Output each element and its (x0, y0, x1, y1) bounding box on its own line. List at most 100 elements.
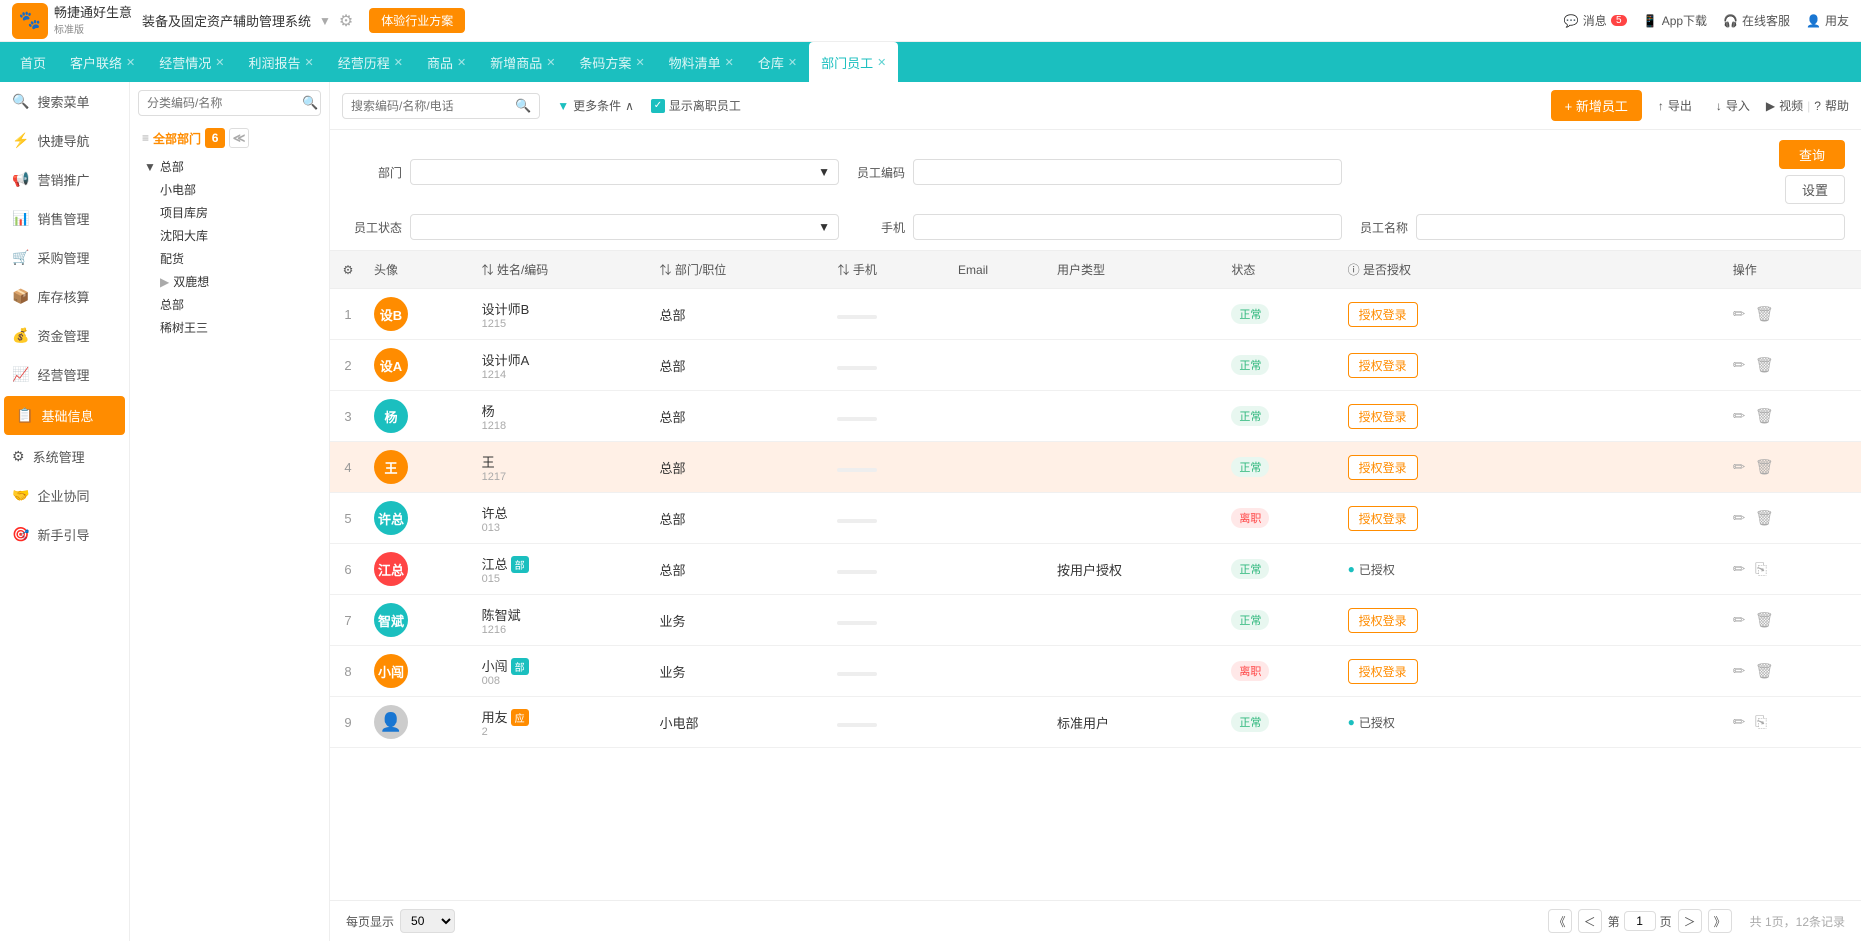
resigned-checkbox[interactable]: ✓ (651, 99, 665, 113)
service-item[interactable]: 🎧 在线客服 (1723, 12, 1790, 29)
edit-icon[interactable]: ✏ (1733, 459, 1746, 476)
sidebar-item-sales[interactable]: 📊 销售管理 (0, 199, 129, 238)
search-input[interactable] (351, 99, 511, 113)
user-item[interactable]: 👤 用友 (1806, 12, 1849, 29)
import-btn[interactable]: ↓ 导入 (1708, 93, 1758, 118)
message-item[interactable]: 💬 消息 5 (1564, 12, 1627, 29)
next-page-btn[interactable]: ＞ (1678, 909, 1702, 933)
dept-collapse-btn[interactable]: ≪ (229, 128, 249, 148)
tab-barcode[interactable]: 条码方案✕ (567, 42, 656, 82)
edit-icon[interactable]: ✏ (1733, 612, 1746, 629)
delete-icon[interactable]: 🗑 (1755, 408, 1774, 425)
dept-small-electric[interactable]: 小电部 (154, 178, 321, 201)
tab-barcode-close[interactable]: ✕ (635, 56, 644, 69)
export-btn[interactable]: ↑ 导出 (1650, 93, 1700, 118)
col-name[interactable]: ⇅ 姓名/编码 (474, 251, 652, 289)
more-filter-btn[interactable]: ▼ 更多条件 ∧ (548, 92, 643, 119)
tab-new-goods-close[interactable]: ✕ (546, 56, 555, 69)
sidebar-item-marketing[interactable]: 📢 营销推广 (0, 160, 129, 199)
edit-icon[interactable]: ✏ (1733, 663, 1746, 680)
auth-login-button[interactable]: 授权登录 (1348, 302, 1418, 327)
edit-icon[interactable]: ✏ (1733, 306, 1746, 323)
sidebar-item-management[interactable]: 📈 经营管理 (0, 355, 129, 394)
sidebar-item-collab[interactable]: 🤝 企业协同 (0, 476, 129, 515)
reset-btn[interactable]: 设置 (1785, 175, 1845, 204)
edit-icon[interactable]: ✏ (1733, 357, 1746, 374)
dept-delivery[interactable]: 配货 (154, 247, 321, 270)
name-filter-input[interactable] (1416, 214, 1845, 240)
tab-operation-close[interactable]: ✕ (215, 56, 224, 69)
edit-icon[interactable]: ✏ (1733, 714, 1746, 731)
tab-profit-close[interactable]: ✕ (305, 56, 314, 69)
per-page-select[interactable]: 50 20 100 (400, 909, 455, 933)
tab-bom[interactable]: 物料清单✕ (657, 42, 746, 82)
phone-filter-input[interactable] (913, 214, 1342, 240)
help-icon[interactable]: ? (1814, 99, 1821, 113)
dept-search-box[interactable]: 🔍 (138, 90, 321, 116)
edit-icon[interactable]: ✏ (1733, 561, 1746, 578)
sidebar-item-finance[interactable]: 💰 资金管理 (0, 316, 129, 355)
add-employee-button[interactable]: + 新增员工 (1551, 90, 1642, 121)
dept-project-room[interactable]: 项目库房 (154, 201, 321, 224)
dept-expand-btn[interactable]: 6 (205, 128, 225, 148)
tab-department[interactable]: 部门员工✕ (809, 42, 898, 82)
last-page-btn[interactable]: 》 (1708, 909, 1732, 933)
sidebar-item-basic[interactable]: 📋 基础信息 (4, 396, 125, 435)
trial-button[interactable]: 体验行业方案 (369, 8, 465, 33)
sidebar-item-purchase[interactable]: 🛒 采购管理 (0, 238, 129, 277)
copy-icon[interactable]: ⎘ (1755, 561, 1767, 578)
tab-warehouse[interactable]: 仓库✕ (746, 42, 809, 82)
edit-icon[interactable]: ✏ (1733, 510, 1746, 527)
tab-home[interactable]: 首页 (8, 42, 58, 82)
copy-icon[interactable]: ⎘ (1755, 714, 1767, 731)
delete-icon[interactable]: 🗑 (1755, 612, 1774, 629)
sidebar-item-inventory[interactable]: 📦 库存核算 (0, 277, 129, 316)
tab-warehouse-close[interactable]: ✕ (788, 56, 797, 69)
sidebar-item-system[interactable]: ⚙ 系统管理 (0, 437, 129, 476)
delete-icon[interactable]: 🗑 (1755, 459, 1774, 476)
code-filter-input[interactable] (913, 159, 1342, 185)
auth-login-button[interactable]: 授权登录 (1348, 353, 1418, 378)
delete-icon[interactable]: 🗑 (1755, 510, 1774, 527)
gear-icon[interactable]: ⚙ (339, 11, 353, 31)
page-input[interactable] (1624, 911, 1656, 931)
col-dept[interactable]: ⇅ 部门/职位 (652, 251, 830, 289)
tab-history[interactable]: 经营历程✕ (326, 42, 415, 82)
video-icon[interactable]: ▶ (1766, 99, 1775, 113)
status-filter-select[interactable]: ▼ (410, 214, 839, 240)
tab-history-close[interactable]: ✕ (394, 56, 403, 69)
search-box[interactable]: 🔍 (342, 93, 540, 119)
tab-new-goods[interactable]: 新增商品✕ (478, 42, 567, 82)
tab-department-close[interactable]: ✕ (877, 56, 886, 69)
prev-page-btn[interactable]: ＜ (1578, 909, 1602, 933)
sidebar-item-guide[interactable]: 🎯 新手引导 (0, 515, 129, 554)
show-resigned-toggle[interactable]: ✓ 显示离职员工 (651, 97, 741, 114)
sidebar-item-nav[interactable]: ⚡ 快捷导航 (0, 121, 129, 160)
auth-login-button[interactable]: 授权登录 (1348, 455, 1418, 480)
tab-goods[interactable]: 商品✕ (415, 42, 478, 82)
tab-customer[interactable]: 客户联络✕ (58, 42, 147, 82)
dept-shuanglu[interactable]: ▶ 双鹿想 (154, 270, 321, 293)
dept-hq[interactable]: 总部 (154, 293, 321, 316)
edit-icon[interactable]: ✏ (1733, 408, 1746, 425)
all-dept-label[interactable]: 全部部门 (153, 130, 201, 147)
dept-node-headquarters-label[interactable]: ▼ 总部 (138, 155, 321, 178)
delete-icon[interactable]: 🗑 (1755, 306, 1774, 323)
col-settings[interactable]: ⚙ (330, 251, 366, 289)
dept-xishu[interactable]: 稀树王三 (154, 316, 321, 339)
tab-bom-close[interactable]: ✕ (725, 56, 734, 69)
delete-icon[interactable]: 🗑 (1755, 357, 1774, 374)
auth-login-button[interactable]: 授权登录 (1348, 659, 1418, 684)
auth-login-button[interactable]: 授权登录 (1348, 404, 1418, 429)
col-phone[interactable]: ⇅ 手机 (829, 251, 950, 289)
tab-customer-close[interactable]: ✕ (126, 56, 135, 69)
dept-search-input[interactable] (147, 96, 302, 110)
auth-login-button[interactable]: 授权登录 (1348, 608, 1418, 633)
sidebar-item-search[interactable]: 🔍 搜索菜单 (0, 82, 129, 121)
tab-operation[interactable]: 经营情况✕ (147, 42, 236, 82)
search-submit-btn[interactable]: 查询 (1779, 140, 1845, 169)
dept-shenyang[interactable]: 沈阳大库 (154, 224, 321, 247)
delete-icon[interactable]: 🗑 (1755, 663, 1774, 680)
auth-login-button[interactable]: 授权登录 (1348, 506, 1418, 531)
app-download-item[interactable]: 📱 App下载 (1643, 12, 1707, 29)
